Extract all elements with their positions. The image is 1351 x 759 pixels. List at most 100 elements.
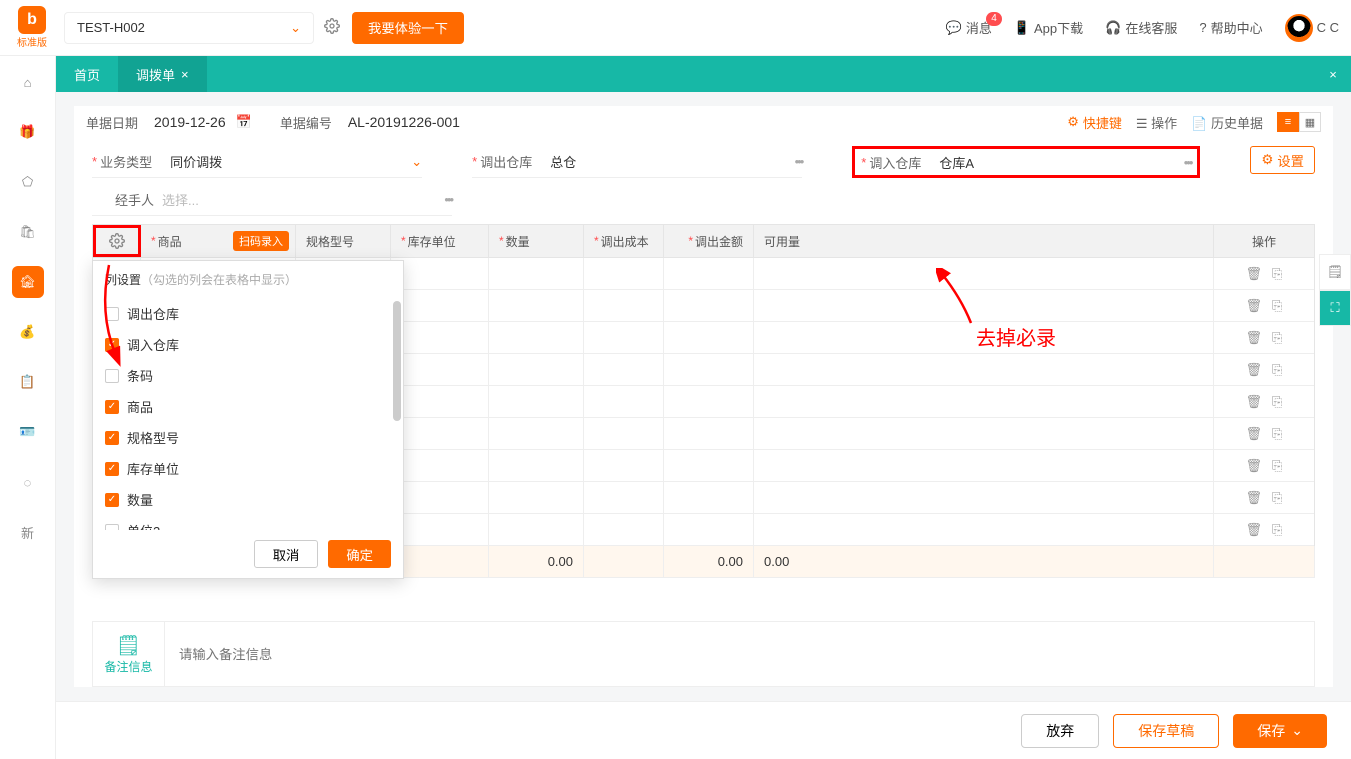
view-toggle: ≡ ▦ — [1277, 112, 1321, 132]
copy-icon[interactable]: ⎘ — [1272, 490, 1282, 506]
delete-icon[interactable]: 🗑 — [1246, 426, 1263, 442]
view-grid-icon[interactable]: ▦ — [1299, 112, 1321, 132]
col-product: *商品扫码录入 — [141, 225, 296, 257]
col-op: 操作 — [1214, 225, 1314, 257]
delete-icon[interactable]: 🗑 — [1246, 458, 1263, 474]
checkbox-icon[interactable]: ✓ — [105, 493, 119, 507]
column-settings-button[interactable] — [93, 225, 141, 257]
gear-icon: ⚙ — [1261, 152, 1273, 168]
fields-row-1: * 业务类型 同价调拨 ⌄ * 调出仓库 总仓 ••• * 调入仓库 仓库A •… — [92, 146, 1315, 178]
column-option[interactable]: 单位2 — [105, 515, 391, 530]
view-list-icon[interactable]: ≡ — [1277, 112, 1299, 132]
copy-icon[interactable]: ⎘ — [1272, 426, 1282, 442]
scan-input-button[interactable]: 扫码录入 — [233, 231, 289, 251]
col-amount: *调出金额 — [664, 225, 754, 257]
nav-clipboard-icon[interactable]: 📋 — [12, 366, 44, 398]
app-download-link[interactable]: 📱 App下载 — [1014, 18, 1083, 37]
checkbox-icon[interactable]: ✓ — [105, 462, 119, 476]
delete-icon[interactable]: 🗑 — [1246, 266, 1263, 282]
column-option[interactable]: 条码 — [105, 360, 391, 391]
checkbox-icon[interactable] — [105, 524, 119, 531]
online-service-label: 在线客服 — [1125, 18, 1177, 37]
nav-money-icon[interactable]: 💰 — [12, 316, 44, 348]
delete-icon[interactable]: 🗑 — [1246, 522, 1263, 538]
discard-button[interactable]: 放弃 — [1021, 714, 1099, 748]
experience-button[interactable]: 我要体验一下 — [352, 12, 464, 44]
nav-home-icon[interactable]: ⌂ — [12, 66, 44, 98]
tab-home[interactable]: 首页 — [56, 56, 118, 92]
copy-icon[interactable]: ⎘ — [1272, 330, 1282, 346]
field-in-warehouse[interactable]: * 调入仓库 仓库A ••• — [852, 146, 1200, 178]
checkbox-icon[interactable]: ✓ — [105, 431, 119, 445]
copy-icon[interactable]: ⎘ — [1272, 266, 1282, 282]
field-biz-type[interactable]: * 业务类型 同价调拨 ⌄ — [92, 146, 422, 178]
copy-icon[interactable]: ⎘ — [1272, 522, 1282, 538]
more-icon[interactable]: ••• — [1184, 155, 1192, 170]
messages-link[interactable]: 💬 消息 4 — [946, 18, 992, 37]
delete-icon[interactable]: 🗑 — [1246, 298, 1263, 314]
footer-actions: 放弃 保存草稿 保存⌄ — [56, 701, 1351, 759]
field-out-warehouse[interactable]: * 调出仓库 总仓 ••• — [472, 146, 802, 178]
ok-button[interactable]: 确定 — [328, 540, 391, 568]
nav-warehouse-icon[interactable]: 🏚 — [12, 266, 44, 298]
column-option[interactable]: ✓ 商品 — [105, 391, 391, 422]
popover-footer: 取消 确定 — [93, 530, 403, 578]
nav-gift-icon[interactable]: 🎁 — [12, 116, 44, 148]
more-icon[interactable]: ••• — [795, 154, 803, 169]
fullscreen-icon[interactable]: ⛶ — [1319, 290, 1351, 326]
calendar-icon[interactable]: 📅 — [236, 114, 252, 130]
delete-icon[interactable]: 🗑 — [1246, 330, 1263, 346]
column-option[interactable]: ✓库存单位 — [105, 453, 391, 484]
date-value[interactable]: 2019-12-26 — [154, 114, 226, 130]
cancel-button[interactable]: 取消 — [254, 540, 319, 568]
save-button[interactable]: 保存⌄ — [1233, 714, 1327, 748]
delete-icon[interactable]: 🗑 — [1246, 394, 1263, 410]
column-settings-popover: 列设置（勾选的列会在表格中显示） 调出仓库✓调入仓库条码✓商品✓规格型号✓库存单… — [92, 260, 404, 579]
close-icon[interactable]: × — [181, 67, 189, 82]
nav-tag-icon[interactable]: ⬠ — [12, 166, 44, 198]
gear-icon[interactable] — [324, 18, 340, 37]
nav-new-icon[interactable]: 新 — [12, 516, 44, 548]
save-draft-button[interactable]: 保存草稿 — [1113, 714, 1219, 748]
biz-type-value: 同价调拨 — [170, 152, 411, 171]
tab-label: 调拨单 — [136, 65, 175, 84]
popover-list: 调出仓库✓调入仓库条码 ✓ 商品 ✓规格型号✓库存单位✓数量单位2 — [93, 298, 403, 530]
note-toggle-icon[interactable]: 🗒 — [1319, 254, 1351, 290]
hotkey-link[interactable]: ⚙快捷键 — [1067, 113, 1122, 132]
column-option[interactable]: ✓调入仓库 — [105, 329, 391, 360]
checkbox-icon[interactable] — [105, 307, 119, 321]
copy-icon[interactable]: ⎘ — [1272, 298, 1282, 314]
tab-transfer-order[interactable]: 调拨单 × — [118, 56, 207, 92]
remark-input[interactable] — [165, 622, 1314, 686]
column-option[interactable]: ✓数量 — [105, 484, 391, 515]
merchant-value: TEST-H002 — [77, 20, 145, 35]
field-handler[interactable]: 经手人 选择... ••• — [92, 184, 452, 216]
history-link[interactable]: 📄 历史单据 — [1191, 113, 1263, 132]
column-option[interactable]: 调出仓库 — [105, 298, 391, 329]
doc-no-label: 单据编号 — [280, 113, 332, 132]
scrollbar[interactable] — [393, 301, 401, 531]
nav-bag-icon[interactable]: 🛍 — [12, 216, 44, 248]
checkbox-icon[interactable] — [105, 369, 119, 383]
online-service-link[interactable]: 🎧 在线客服 — [1105, 18, 1177, 37]
column-option[interactable]: ✓规格型号 — [105, 422, 391, 453]
nav-loading-icon[interactable]: ◌ — [12, 466, 44, 498]
chevron-down-icon[interactable]: ⌄ — [411, 154, 422, 170]
tabs-close-all[interactable]: × — [1315, 56, 1351, 92]
nav-id-icon[interactable]: 🪪 — [12, 416, 44, 448]
biz-type-label: 业务类型 — [100, 152, 170, 171]
more-icon[interactable]: ••• — [444, 192, 452, 207]
merchant-select[interactable]: TEST-H002 ⌄ — [64, 12, 314, 44]
user-menu[interactable]: C C — [1285, 14, 1339, 42]
copy-icon[interactable]: ⎘ — [1272, 394, 1282, 410]
copy-icon[interactable]: ⎘ — [1272, 458, 1282, 474]
checkbox-icon[interactable]: ✓ — [105, 400, 119, 414]
help-center-link[interactable]: ? 帮助中心 — [1199, 18, 1262, 37]
delete-icon[interactable]: 🗑 — [1246, 362, 1263, 378]
option-label: 商品 — [127, 397, 153, 416]
copy-icon[interactable]: ⎘ — [1272, 362, 1282, 378]
delete-icon[interactable]: 🗑 — [1246, 490, 1263, 506]
checkbox-icon[interactable]: ✓ — [105, 338, 119, 352]
settings-button[interactable]: ⚙ 设置 — [1250, 146, 1315, 174]
operate-link[interactable]: ☰ 操作 — [1136, 113, 1177, 132]
